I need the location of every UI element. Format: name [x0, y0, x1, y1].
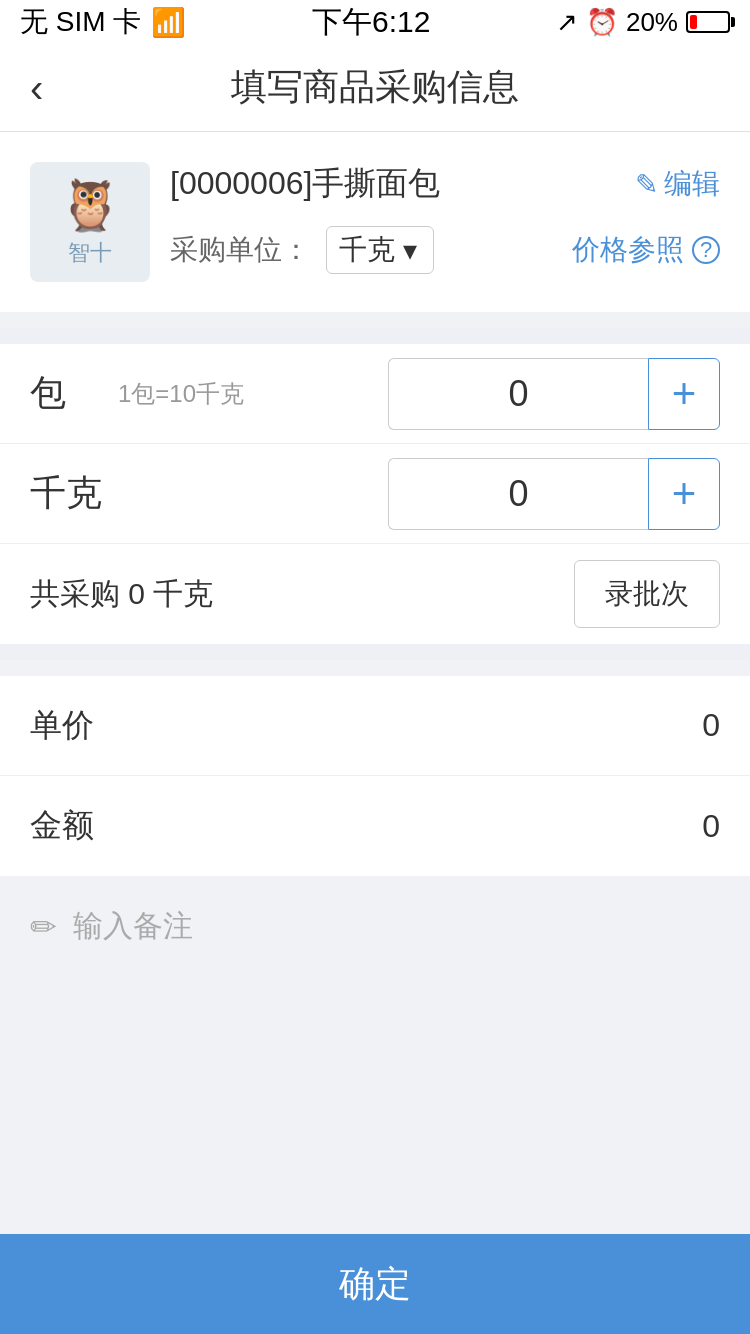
status-bar: 无 SIM 卡 📶 下午6:12 ↗ ⏰ 20% [0, 0, 750, 44]
input-section: 包 1包=10千克 + 千克 + [0, 344, 750, 544]
price-ref-link[interactable]: 价格参照 ? [572, 231, 720, 269]
unit-price-row: 单价 0 [0, 676, 750, 776]
amount-label: 金额 [30, 804, 94, 848]
unit-select[interactable]: 千克 ▾ [326, 226, 434, 274]
kg-input[interactable] [388, 458, 648, 530]
separator-2 [0, 644, 750, 660]
product-thumbnail: 🦉 智十 [30, 162, 150, 282]
page-title: 填写商品采购信息 [231, 63, 519, 112]
bao-sublabel: 1包=10千克 [118, 378, 244, 410]
amount-row: 金额 0 [0, 776, 750, 876]
brand-label: 智十 [68, 238, 112, 268]
record-batch-button[interactable]: 录批次 [574, 560, 720, 628]
battery-percent: 20% [626, 7, 678, 38]
bao-row: 包 1包=10千克 + [0, 344, 750, 444]
amount-value: 0 [702, 808, 720, 845]
unit-price-value: 0 [702, 707, 720, 744]
nav-bar: ‹ 填写商品采购信息 [0, 44, 750, 132]
status-left: 无 SIM 卡 📶 [20, 3, 186, 41]
bao-input-wrapper: + [388, 358, 720, 430]
kg-input-wrapper: + [388, 458, 720, 530]
wifi-icon: 📶 [151, 6, 186, 39]
location-icon: ↗ [556, 7, 578, 38]
total-row: 共采购 0 千克 录批次 [0, 544, 750, 644]
bao-label: 包 [30, 369, 110, 418]
price-section: 单价 0 金额 0 [0, 676, 750, 876]
separator-1 [0, 328, 750, 344]
alarm-icon: ⏰ [586, 7, 618, 38]
unit-row: 采购单位： 千克 ▾ 价格参照 ? [170, 226, 720, 274]
price-ref-label: 价格参照 [572, 231, 684, 269]
bao-plus-button[interactable]: + [648, 358, 720, 430]
kg-plus-button[interactable]: + [648, 458, 720, 530]
kg-label: 千克 [30, 469, 110, 518]
pencil-icon: ✏ [30, 908, 57, 946]
edit-label: 编辑 [664, 165, 720, 203]
unit-value: 千克 [339, 231, 395, 269]
edit-icon: ✎ [635, 168, 658, 201]
chevron-down-icon: ▾ [403, 234, 417, 267]
product-card: 🦉 智十 [0000006]手撕面包 ✎ 编辑 采购单位： 千克 ▾ 价格参照 … [0, 132, 750, 312]
bottom-space [0, 977, 750, 1177]
brand-icon: 🦉 [59, 176, 121, 234]
status-time: 下午6:12 [312, 2, 430, 43]
product-info: [0000006]手撕面包 ✎ 编辑 采购单位： 千克 ▾ 价格参照 ? [170, 162, 720, 274]
confirm-button[interactable]: 确定 [0, 1234, 750, 1334]
notes-section[interactable]: ✏ 输入备注 [0, 876, 750, 977]
unit-label: 采购单位： [170, 231, 310, 269]
back-button[interactable]: ‹ [30, 68, 43, 108]
help-icon: ? [692, 236, 720, 264]
carrier-text: 无 SIM 卡 [20, 3, 141, 41]
status-right: ↗ ⏰ 20% [556, 7, 730, 38]
product-name: [0000006]手撕面包 [170, 162, 440, 206]
battery-icon [686, 11, 730, 33]
kg-row: 千克 + [0, 444, 750, 544]
edit-link[interactable]: ✎ 编辑 [635, 165, 720, 203]
total-text: 共采购 0 千克 [30, 574, 213, 615]
notes-placeholder: 输入备注 [73, 906, 193, 947]
bao-input[interactable] [388, 358, 648, 430]
product-name-row: [0000006]手撕面包 ✎ 编辑 [170, 162, 720, 206]
unit-price-label: 单价 [30, 704, 94, 748]
